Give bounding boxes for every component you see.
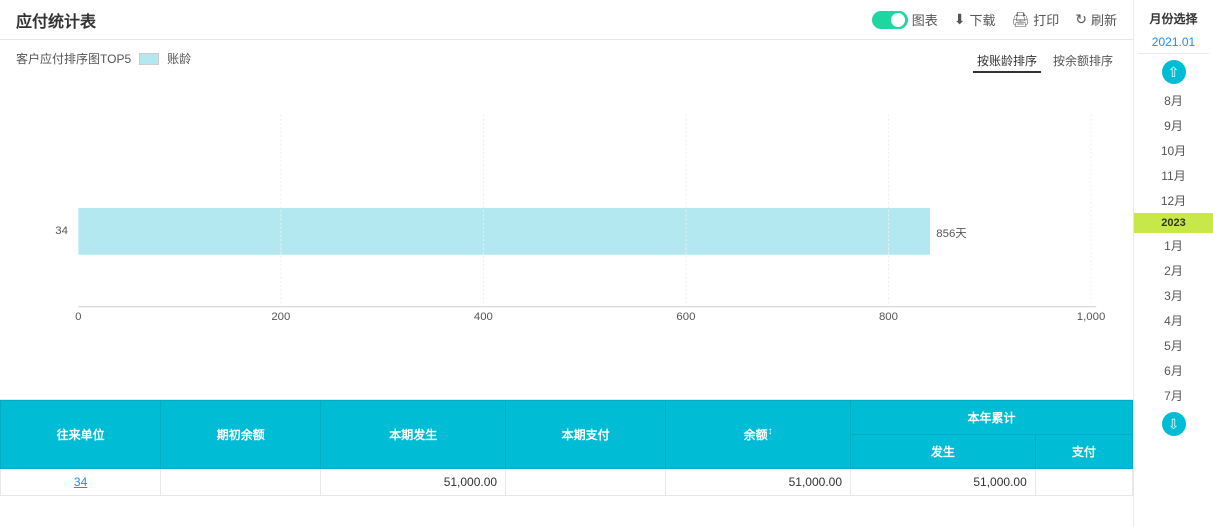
month-item-9[interactable]: 9月 bbox=[1134, 113, 1213, 138]
col-ytd-header: 本年累计 bbox=[851, 401, 1133, 435]
cell-ytd-occur: 51,000.00 bbox=[851, 469, 1036, 496]
svg-text:856天: 856天 bbox=[936, 228, 967, 240]
sort-by-balance-btn[interactable]: 按账龄排序 bbox=[973, 50, 1041, 73]
cell-opening bbox=[161, 469, 321, 496]
month-item-2[interactable]: 2月 bbox=[1134, 258, 1213, 283]
svg-text:400: 400 bbox=[474, 311, 493, 323]
chart-legend: 客户应付排序图TOP5 账龄 bbox=[16, 50, 191, 67]
svg-text:0: 0 bbox=[75, 311, 81, 323]
col-balance-header: 余额↕ bbox=[666, 401, 851, 469]
unit-link[interactable]: 34 bbox=[74, 475, 87, 489]
legend-text: 客户应付排序图TOP5 bbox=[16, 50, 131, 67]
col-opening-header: 期初余额 bbox=[161, 401, 321, 469]
svg-text:200: 200 bbox=[271, 311, 290, 323]
col-payment-header: 本期支付 bbox=[506, 401, 666, 469]
sidebar-up-button[interactable]: ⇧ bbox=[1162, 60, 1186, 84]
legend-color-box bbox=[139, 53, 159, 65]
refresh-button[interactable]: ↻ 刷新 bbox=[1075, 10, 1117, 29]
bar-chart-wrapper: 34 856天 0 200 400 600 800 1,000 bbox=[16, 79, 1117, 389]
download-button[interactable]: ⬇ 下载 bbox=[954, 10, 996, 29]
right-sidebar: 月份选择 2021.01 ⇧ 8月 9月 10月 11月 12月 2023 1月… bbox=[1133, 0, 1213, 527]
month-item-10[interactable]: 10月 bbox=[1134, 138, 1213, 163]
table-header-row: 往来单位 期初余额 本期发生 本期支付 余额↕ 本年累计 bbox=[1, 401, 1133, 435]
month-item-3[interactable]: 3月 bbox=[1134, 283, 1213, 308]
print-button[interactable]: 🖨 打印 bbox=[1011, 10, 1059, 29]
svg-text:1,000: 1,000 bbox=[1077, 311, 1106, 323]
month-item-5[interactable]: 5月 bbox=[1134, 333, 1213, 358]
chart-toggle[interactable]: 图表 bbox=[872, 10, 938, 29]
chart-sort-controls: 按账龄排序 按余额排序 bbox=[973, 50, 1117, 73]
svg-text:34: 34 bbox=[55, 225, 68, 237]
col-ytd-occur-header: 发生 bbox=[851, 435, 1036, 469]
print-icon: 🖨 bbox=[1011, 11, 1029, 28]
month-item-8[interactable]: 8月 bbox=[1134, 88, 1213, 113]
cell-unit: 34 bbox=[1, 469, 161, 496]
svg-text:600: 600 bbox=[676, 311, 695, 323]
refresh-label: 刷新 bbox=[1091, 10, 1117, 29]
legend-color-label: 账龄 bbox=[167, 50, 191, 67]
sidebar-down-button[interactable]: ⇩ bbox=[1162, 412, 1186, 436]
month-item-6[interactable]: 6月 bbox=[1134, 358, 1213, 383]
divider bbox=[1138, 53, 1209, 54]
month-item-4[interactable]: 4月 bbox=[1134, 308, 1213, 333]
month-item-11[interactable]: 11月 bbox=[1134, 163, 1213, 188]
cell-ytd-pay bbox=[1035, 469, 1132, 496]
month-item-7[interactable]: 7月 bbox=[1134, 383, 1213, 408]
refresh-icon: ↻ bbox=[1075, 11, 1087, 28]
sort-by-amount-btn[interactable]: 按余额排序 bbox=[1049, 50, 1117, 73]
toggle-switch[interactable] bbox=[872, 11, 908, 29]
month-item-1[interactable]: 1月 bbox=[1134, 233, 1213, 258]
sidebar-title: 月份选择 bbox=[1147, 4, 1199, 33]
year-marker-2023: 2023 bbox=[1134, 213, 1213, 233]
svg-text:800: 800 bbox=[879, 311, 898, 323]
chart-section: 客户应付排序图TOP5 账龄 按账龄排序 按余额排序 34 bbox=[0, 40, 1133, 399]
cell-payment bbox=[506, 469, 666, 496]
cell-occurrence: 51,000.00 bbox=[321, 469, 506, 496]
table-section: 往来单位 期初余额 本期发生 本期支付 余额↕ 本年累计 发生 支付 bbox=[0, 399, 1133, 527]
header-actions: 图表 ⬇ 下载 🖨 打印 ↻ 刷新 bbox=[872, 10, 1117, 29]
page-title: 应付统计表 bbox=[16, 8, 96, 32]
col-unit-header: 往来单位 bbox=[1, 401, 161, 469]
page-header: 应付统计表 图表 ⬇ 下载 🖨 打印 bbox=[0, 0, 1133, 40]
col-occurrence-header: 本期发生 bbox=[321, 401, 506, 469]
sidebar-current-date[interactable]: 2021.01 bbox=[1148, 33, 1199, 51]
table-row: 34 51,000.00 51,000.00 51,000.00 bbox=[1, 469, 1133, 496]
month-item-12[interactable]: 12月 bbox=[1134, 188, 1213, 213]
print-label: 打印 bbox=[1033, 10, 1059, 29]
download-icon: ⬇ bbox=[954, 11, 966, 28]
data-table: 往来单位 期初余额 本期发生 本期支付 余额↕ 本年累计 发生 支付 bbox=[0, 400, 1133, 496]
cell-balance: 51,000.00 bbox=[666, 469, 851, 496]
col-ytd-pay-header: 支付 bbox=[1035, 435, 1132, 469]
chart-toggle-label: 图表 bbox=[912, 10, 938, 29]
bar-chart-svg: 34 856天 0 200 400 600 800 1,000 bbox=[16, 79, 1117, 389]
bar-rect bbox=[78, 208, 930, 255]
download-label: 下载 bbox=[969, 10, 995, 29]
